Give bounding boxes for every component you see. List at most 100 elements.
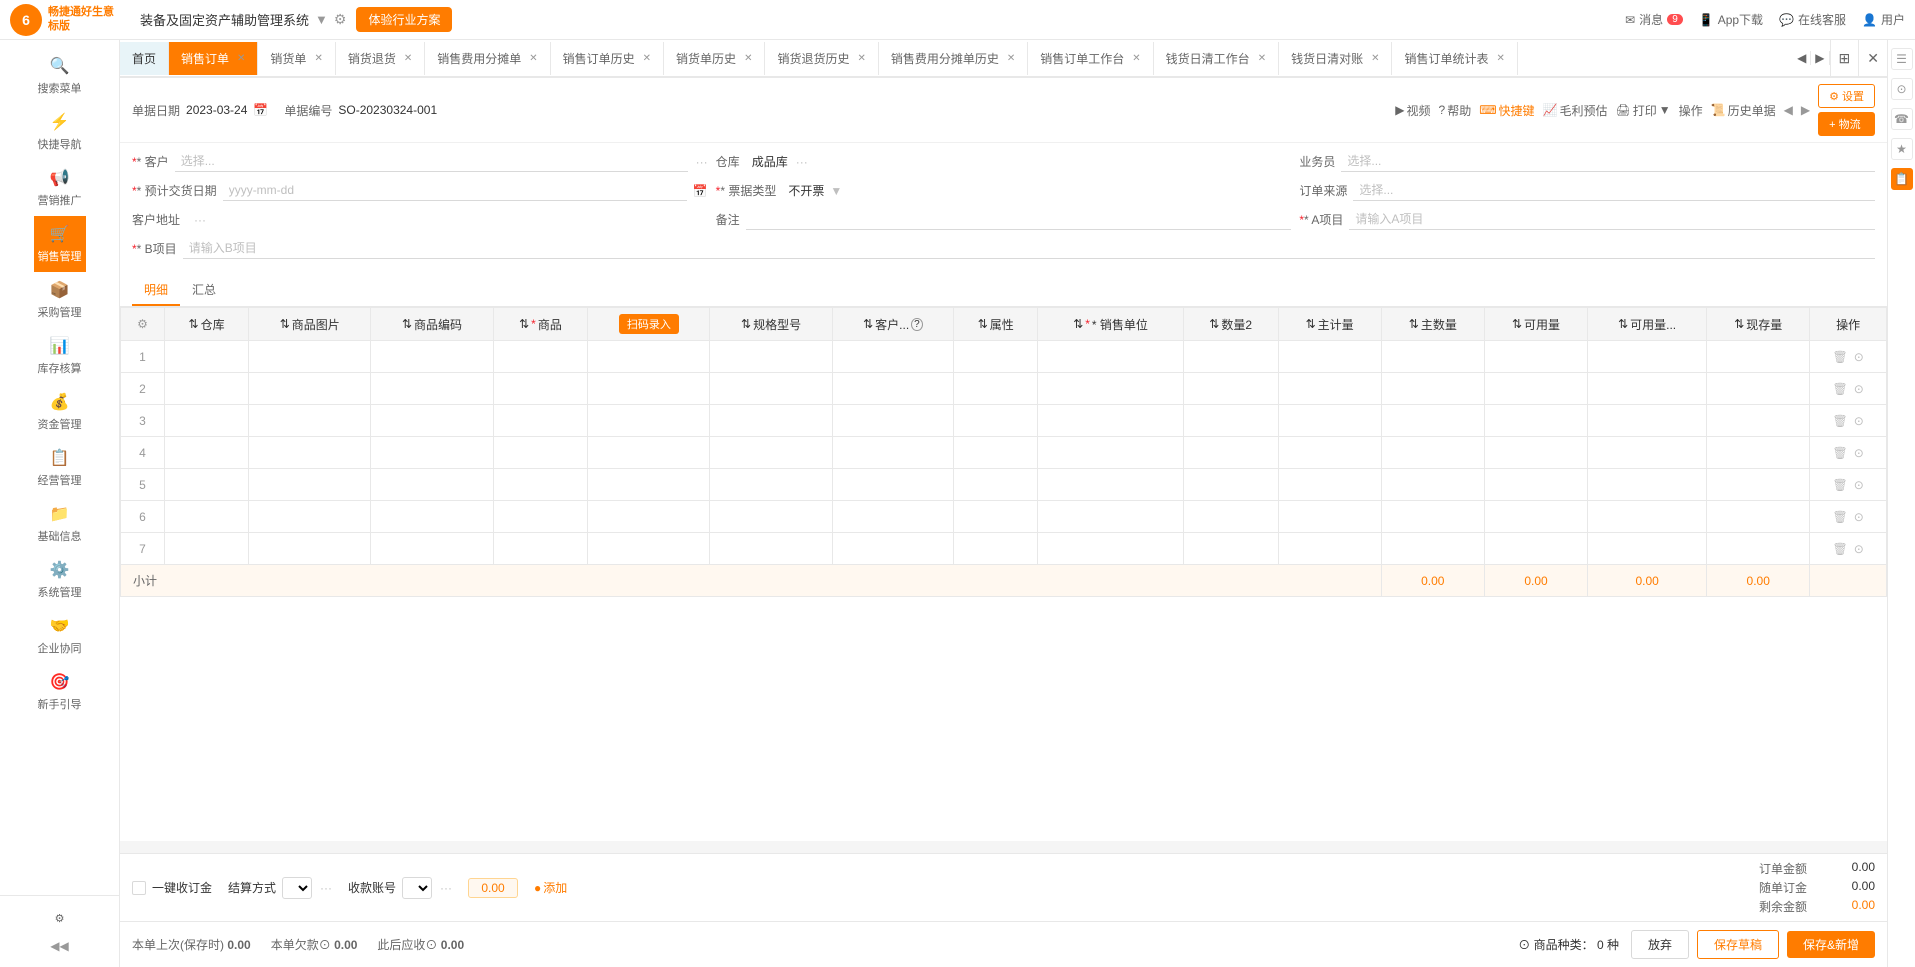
th-image[interactable]: ⇅ 商品图片: [249, 308, 371, 341]
row-spec-1[interactable]: [710, 341, 832, 373]
tab-0[interactable]: 首页: [120, 42, 169, 75]
row-available-1[interactable]: [1484, 341, 1587, 373]
row-available-3[interactable]: [1484, 405, 1587, 437]
tab-detail[interactable]: 明细: [132, 275, 180, 306]
tab-close-4[interactable]: ✕: [529, 53, 537, 64]
tab-5[interactable]: 销售订单历史✕: [551, 42, 664, 75]
salesperson-input[interactable]: [1341, 151, 1875, 172]
th-available2[interactable]: ⇅ 可用量...: [1588, 308, 1707, 341]
tab-prev[interactable]: ◀: [1793, 51, 1811, 65]
th-main-unit[interactable]: ⇅ 主计量: [1278, 308, 1381, 341]
th-code[interactable]: ⇅ 商品编码: [371, 308, 493, 341]
row-copy-4[interactable]: ⊙: [1854, 446, 1864, 460]
tab-2[interactable]: 销货单✕: [258, 42, 335, 75]
row-spec-4[interactable]: [710, 437, 832, 469]
row-customer-code-7[interactable]: [832, 533, 954, 565]
print-btn[interactable]: 🖨 打印 ▼: [1616, 102, 1671, 119]
row-attr-5[interactable]: [954, 469, 1038, 501]
row-available2-5[interactable]: [1588, 469, 1707, 501]
row-code-5[interactable]: [371, 469, 493, 501]
row-qty2-4[interactable]: [1183, 437, 1278, 469]
row-attr-4[interactable]: [954, 437, 1038, 469]
history-btn[interactable]: 📜 历史单据: [1711, 102, 1776, 119]
help-btn[interactable]: ? 帮助: [1439, 102, 1472, 119]
row-stock-2[interactable]: [1707, 373, 1810, 405]
row-product-7[interactable]: [493, 533, 588, 565]
row-delete-4[interactable]: 🗑: [1833, 446, 1848, 460]
tab-next[interactable]: ▶: [1811, 51, 1829, 65]
row-customer-code-6[interactable]: [832, 501, 954, 533]
th-customer-code[interactable]: ⇅ 客户... ?: [832, 308, 954, 341]
row-product-1[interactable]: [493, 341, 588, 373]
scan-button[interactable]: 扫码录入: [619, 314, 679, 334]
row-qty2-1[interactable]: [1183, 341, 1278, 373]
row-main-unit-2[interactable]: [1278, 373, 1381, 405]
row-available2-7[interactable]: [1588, 533, 1707, 565]
tab-close-3[interactable]: ✕: [404, 53, 412, 64]
row-main-qty-5[interactable]: [1381, 469, 1484, 501]
invoice-type-arrow[interactable]: ▼: [830, 184, 842, 198]
row-delete-5[interactable]: 🗑: [1833, 478, 1848, 492]
sidebar-item-10[interactable]: 🤝企业协同: [34, 608, 86, 664]
app-download-item[interactable]: 📱 App下载: [1699, 11, 1763, 28]
row-copy-7[interactable]: ⊙: [1854, 542, 1864, 556]
row-code-7[interactable]: [371, 533, 493, 565]
row-copy-1[interactable]: ⊙: [1854, 350, 1864, 364]
sidebar-item-9[interactable]: ⚙️系统管理: [34, 552, 86, 608]
add-payment-btn[interactable]: ● 添加: [534, 879, 567, 896]
row-delete-2[interactable]: 🗑: [1833, 382, 1848, 396]
sidebar-item-0[interactable]: 🔍搜索菜单: [34, 48, 86, 104]
rp-grid-btn[interactable]: ☰: [1891, 48, 1913, 70]
rp-circle-btn[interactable]: ⊙: [1891, 78, 1913, 100]
rp-star-btn[interactable]: ★: [1891, 138, 1913, 160]
row-main-qty-1[interactable]: [1381, 341, 1484, 373]
account-select[interactable]: [402, 877, 432, 899]
row-stock-3[interactable]: [1707, 405, 1810, 437]
settings-icon[interactable]: ⚙: [334, 11, 347, 28]
b-project-input[interactable]: [183, 238, 1875, 259]
table-wrap[interactable]: ⚙ ⇅ 仓库 ⇅ 商品图片 ⇅ 商品编码 ⇅ *商品 扫码录入 ⇅ 规格型号 ⇅…: [120, 307, 1887, 841]
row-code-2[interactable]: [371, 373, 493, 405]
tab-expand[interactable]: ⊞: [1830, 40, 1859, 76]
video-btn[interactable]: ▶ 视频: [1395, 102, 1430, 119]
a-project-input[interactable]: [1349, 209, 1875, 230]
row-main-qty-6[interactable]: [1381, 501, 1484, 533]
row-unit-6[interactable]: [1038, 501, 1183, 533]
row-main-unit-1[interactable]: [1278, 341, 1381, 373]
th-unit[interactable]: ⇅ ** 销售单位: [1038, 308, 1183, 341]
row-main-qty-4[interactable]: [1381, 437, 1484, 469]
row-available-6[interactable]: [1484, 501, 1587, 533]
row-unit-2[interactable]: [1038, 373, 1183, 405]
row-warehouse-7[interactable]: [165, 533, 249, 565]
row-customer-code-1[interactable]: [832, 341, 954, 373]
message-item[interactable]: ✉ 消息 9: [1625, 11, 1683, 28]
customer-more-icon[interactable]: ···: [696, 155, 708, 169]
dropdown-icon[interactable]: ▼: [315, 12, 328, 27]
note-input[interactable]: [746, 209, 1292, 230]
row-customer-code-3[interactable]: [832, 405, 954, 437]
row-attr-1[interactable]: [954, 341, 1038, 373]
th-stock[interactable]: ⇅ 现存量: [1707, 308, 1810, 341]
tab-close-11[interactable]: ✕: [1371, 53, 1379, 64]
tab-close-1[interactable]: ✕: [237, 53, 245, 64]
row-available2-2[interactable]: [1588, 373, 1707, 405]
row-product-2[interactable]: [493, 373, 588, 405]
sidebar-item-5[interactable]: 📊库存核算: [34, 328, 86, 384]
row-warehouse-4[interactable]: [165, 437, 249, 469]
row-main-unit-3[interactable]: [1278, 405, 1381, 437]
row-attr-6[interactable]: [954, 501, 1038, 533]
th-attr[interactable]: ⇅ 属性: [954, 308, 1038, 341]
row-main-unit-6[interactable]: [1278, 501, 1381, 533]
row-product-3[interactable]: [493, 405, 588, 437]
tab-10[interactable]: 钱货日清工作台✕: [1154, 42, 1279, 75]
row-spec-6[interactable]: [710, 501, 832, 533]
th-gear[interactable]: ⚙: [121, 308, 165, 341]
row-spec-3[interactable]: [710, 405, 832, 437]
row-copy-6[interactable]: ⊙: [1854, 510, 1864, 524]
tab-12[interactable]: 销售订单统计表✕: [1392, 42, 1517, 75]
logistics-btn[interactable]: + 物流: [1818, 112, 1875, 136]
tab-8[interactable]: 销售费用分摊单历史✕: [879, 42, 1028, 75]
sidebar-item-2[interactable]: 📢营销推广: [34, 160, 86, 216]
row-attr-7[interactable]: [954, 533, 1038, 565]
sidebar-toggle[interactable]: ◀◀: [44, 933, 74, 959]
